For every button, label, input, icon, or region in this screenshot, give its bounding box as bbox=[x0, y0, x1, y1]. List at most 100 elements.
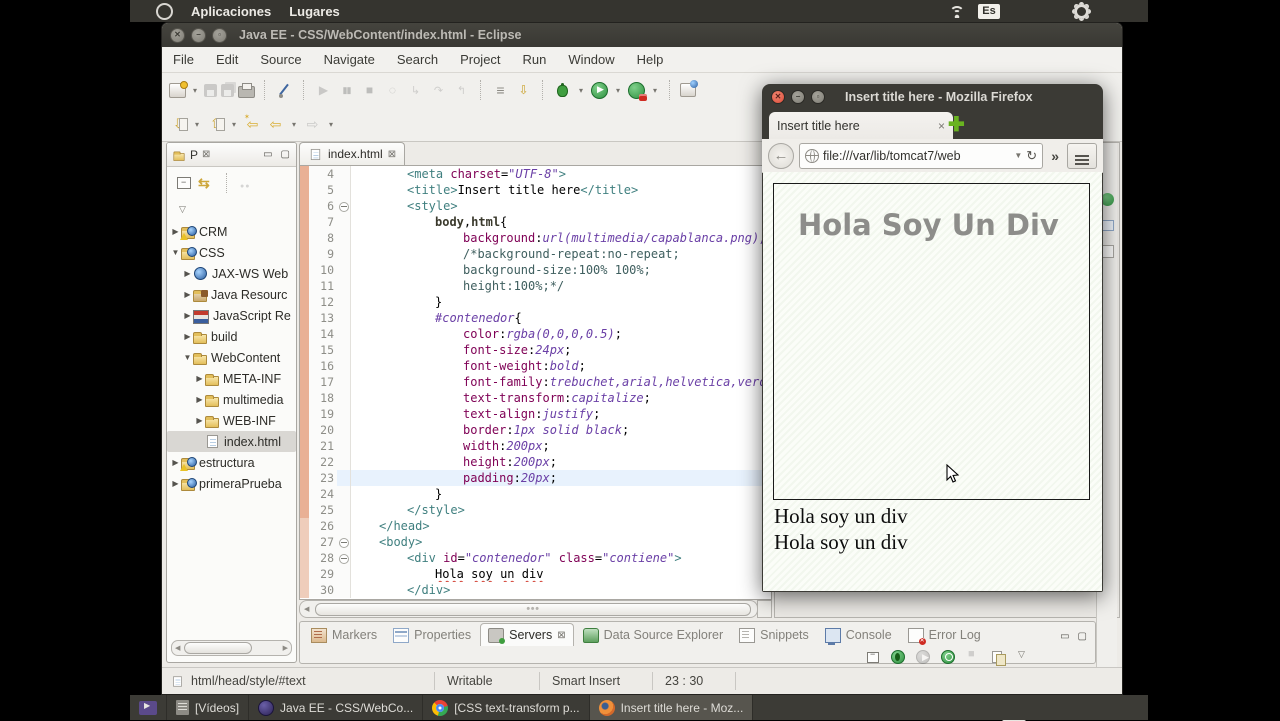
stop-icon[interactable] bbox=[965, 648, 981, 665]
expander-icon[interactable]: ▶ bbox=[182, 290, 193, 299]
tree-item-multimedia[interactable]: ▶ multimedia bbox=[167, 389, 296, 410]
resume-icon[interactable] bbox=[314, 81, 333, 100]
editup-icon[interactable] bbox=[206, 115, 225, 134]
expander-icon[interactable]: ▶ bbox=[182, 311, 193, 320]
collapse-icon[interactable] bbox=[339, 554, 349, 564]
view-tab-servers[interactable]: Servers ⊠ bbox=[480, 623, 574, 646]
new-tab-icon[interactable]: ✚ bbox=[948, 115, 965, 135]
tree-item-build[interactable]: ▶ build bbox=[167, 326, 296, 347]
eclipse-titlebar[interactable]: ✕ − ▫ Java EE - CSS/WebContent/index.htm… bbox=[162, 23, 1122, 47]
taskbar-item--css-text-transform-p-[interactable]: [CSS text-transform p... bbox=[423, 695, 590, 720]
close-tab-icon[interactable]: ⊠ bbox=[388, 149, 396, 160]
menu-edit[interactable]: Edit bbox=[205, 52, 249, 67]
dropdown-icon[interactable]: ▾ bbox=[192, 120, 202, 129]
back-icon[interactable] bbox=[266, 115, 285, 134]
hamburger-menu[interactable] bbox=[1067, 142, 1097, 169]
minimize-view-icon[interactable]: ▭ bbox=[263, 149, 272, 160]
saveall-icon[interactable] bbox=[221, 83, 234, 97]
battery-icon[interactable] bbox=[1013, 3, 1029, 19]
filter-icon[interactable] bbox=[514, 81, 533, 100]
close-view-icon[interactable]: ⊠ bbox=[557, 630, 565, 641]
menu-file[interactable]: File bbox=[162, 52, 205, 67]
overflow-chevron-icon[interactable]: » bbox=[1048, 148, 1062, 164]
over-icon[interactable] bbox=[429, 81, 448, 100]
editdown-icon[interactable] bbox=[169, 115, 188, 134]
tree-item-index-html[interactable]: index.html bbox=[167, 431, 296, 452]
dropdown-icon[interactable]: ▾ bbox=[613, 86, 623, 95]
menu-help[interactable]: Help bbox=[626, 52, 675, 67]
url-dropdown-icon[interactable]: ▼ bbox=[1014, 151, 1022, 160]
menu-run[interactable]: Run bbox=[512, 52, 558, 67]
clock-icon[interactable] bbox=[940, 649, 956, 665]
disc-icon[interactable] bbox=[383, 81, 402, 100]
url-bar[interactable]: file:///var/lib/tomcat7/web ▼ ↻ bbox=[799, 142, 1044, 169]
collapse-icon[interactable] bbox=[339, 202, 349, 212]
backstar-icon[interactable] bbox=[243, 113, 262, 134]
collapse-icon[interactable] bbox=[177, 177, 191, 189]
project-explorer-tab[interactable]: P bbox=[190, 148, 198, 162]
tree-item-primeraprueba[interactable]: ▶ primeraPrueba bbox=[167, 473, 296, 494]
tree-item-webcontent[interactable]: ▼ WebContent bbox=[167, 347, 296, 368]
tree-item-meta-inf[interactable]: ▶ META-INF bbox=[167, 368, 296, 389]
expander-icon[interactable]: ▶ bbox=[182, 269, 193, 278]
fold-column[interactable] bbox=[337, 198, 351, 214]
expander-icon[interactable]: ▶ bbox=[194, 374, 205, 383]
firefox-titlebar[interactable]: ✕ − ▫ Insert title here - Mozilla Firefo… bbox=[762, 84, 1103, 110]
pause-icon[interactable] bbox=[337, 81, 356, 100]
ubuntu-logo-icon[interactable] bbox=[156, 2, 173, 20]
editor-hscrollbar[interactable]: ⦁⦁⦁ bbox=[299, 600, 758, 618]
tree-item-estructura[interactable]: ▶ estructura bbox=[167, 452, 296, 473]
taskbar-item-insert-title-here-moz-[interactable]: Insert title here - Moz... bbox=[589, 695, 754, 720]
ret-icon[interactable] bbox=[452, 81, 471, 100]
link-icon[interactable] bbox=[198, 175, 214, 191]
view-tab-console[interactable]: Console bbox=[818, 624, 899, 646]
menu-project[interactable]: Project bbox=[449, 52, 511, 67]
dd-icon[interactable] bbox=[1015, 649, 1031, 665]
tree-item-javascript-re[interactable]: ▶ JavaScript Re bbox=[167, 305, 296, 326]
debug-icon[interactable] bbox=[553, 81, 572, 100]
view-tab-data-source-explorer[interactable]: Data Source Explorer bbox=[576, 624, 731, 646]
run-icon[interactable] bbox=[590, 81, 609, 100]
site-identity-icon[interactable] bbox=[805, 148, 819, 163]
print-icon[interactable] bbox=[238, 83, 255, 98]
menu-search[interactable]: Search bbox=[386, 52, 449, 67]
view-tab-markers[interactable]: Markers bbox=[304, 624, 384, 646]
maximize-icon[interactable]: ▫ bbox=[811, 90, 825, 104]
minimize-view-icon[interactable]: ▭ bbox=[1060, 631, 1069, 642]
maximize-icon[interactable]: ▫ bbox=[212, 27, 227, 43]
expander-icon[interactable]: ▶ bbox=[182, 332, 193, 341]
wifi-icon[interactable] bbox=[949, 4, 965, 18]
fold-column[interactable] bbox=[337, 534, 351, 550]
dropdown-icon[interactable]: ▾ bbox=[576, 86, 586, 95]
maximize-view-icon[interactable]: ▢ bbox=[1078, 631, 1087, 642]
dropdown-icon[interactable]: ▾ bbox=[326, 120, 336, 129]
view-tab-snippets[interactable]: Snippets bbox=[732, 624, 816, 646]
taskbar-item-java-ee-css-webco-[interactable]: Java EE - CSS/WebCo... bbox=[249, 695, 424, 720]
tree-item-jax-ws-web[interactable]: ▶ JAX-WS Web bbox=[167, 263, 296, 284]
runx-icon[interactable] bbox=[627, 81, 647, 101]
browser-tab[interactable]: Insert title here × bbox=[769, 112, 953, 139]
expander-icon[interactable]: ▶ bbox=[194, 395, 205, 404]
code-editor[interactable]: 4 <meta charset="UTF-8"> 5 <title>Insert ti… bbox=[299, 165, 772, 600]
bug-icon[interactable] bbox=[890, 649, 906, 665]
kbd-icon[interactable]: Es bbox=[978, 3, 1000, 19]
places-menu[interactable]: Lugares bbox=[280, 4, 349, 19]
new-icon[interactable] bbox=[169, 80, 188, 98]
close-icon[interactable]: ✕ bbox=[771, 90, 785, 104]
expander-icon[interactable]: ▶ bbox=[194, 416, 205, 425]
fwd-icon[interactable] bbox=[303, 115, 322, 134]
view-tab-properties[interactable]: Properties bbox=[386, 624, 478, 646]
view-tab-error-log[interactable]: Error Log bbox=[901, 624, 988, 646]
collapse-icon[interactable] bbox=[339, 538, 349, 548]
menu-window[interactable]: Window bbox=[557, 52, 625, 67]
close-view-icon[interactable]: ⊠ bbox=[202, 149, 210, 160]
newweb-icon[interactable] bbox=[680, 80, 698, 97]
reload-icon[interactable]: ↻ bbox=[1026, 148, 1037, 164]
taskbar-item--v-deos-[interactable]: [Vídeos] bbox=[167, 695, 250, 720]
taskbar-item[interactable] bbox=[130, 695, 167, 720]
expander-icon[interactable]: ▼ bbox=[182, 353, 193, 362]
pub-icon[interactable] bbox=[990, 649, 1006, 666]
dropdown-icon[interactable]: ▾ bbox=[289, 120, 299, 129]
expander-icon[interactable]: ▶ bbox=[170, 479, 181, 488]
explorer-hscrollbar[interactable] bbox=[171, 640, 292, 656]
